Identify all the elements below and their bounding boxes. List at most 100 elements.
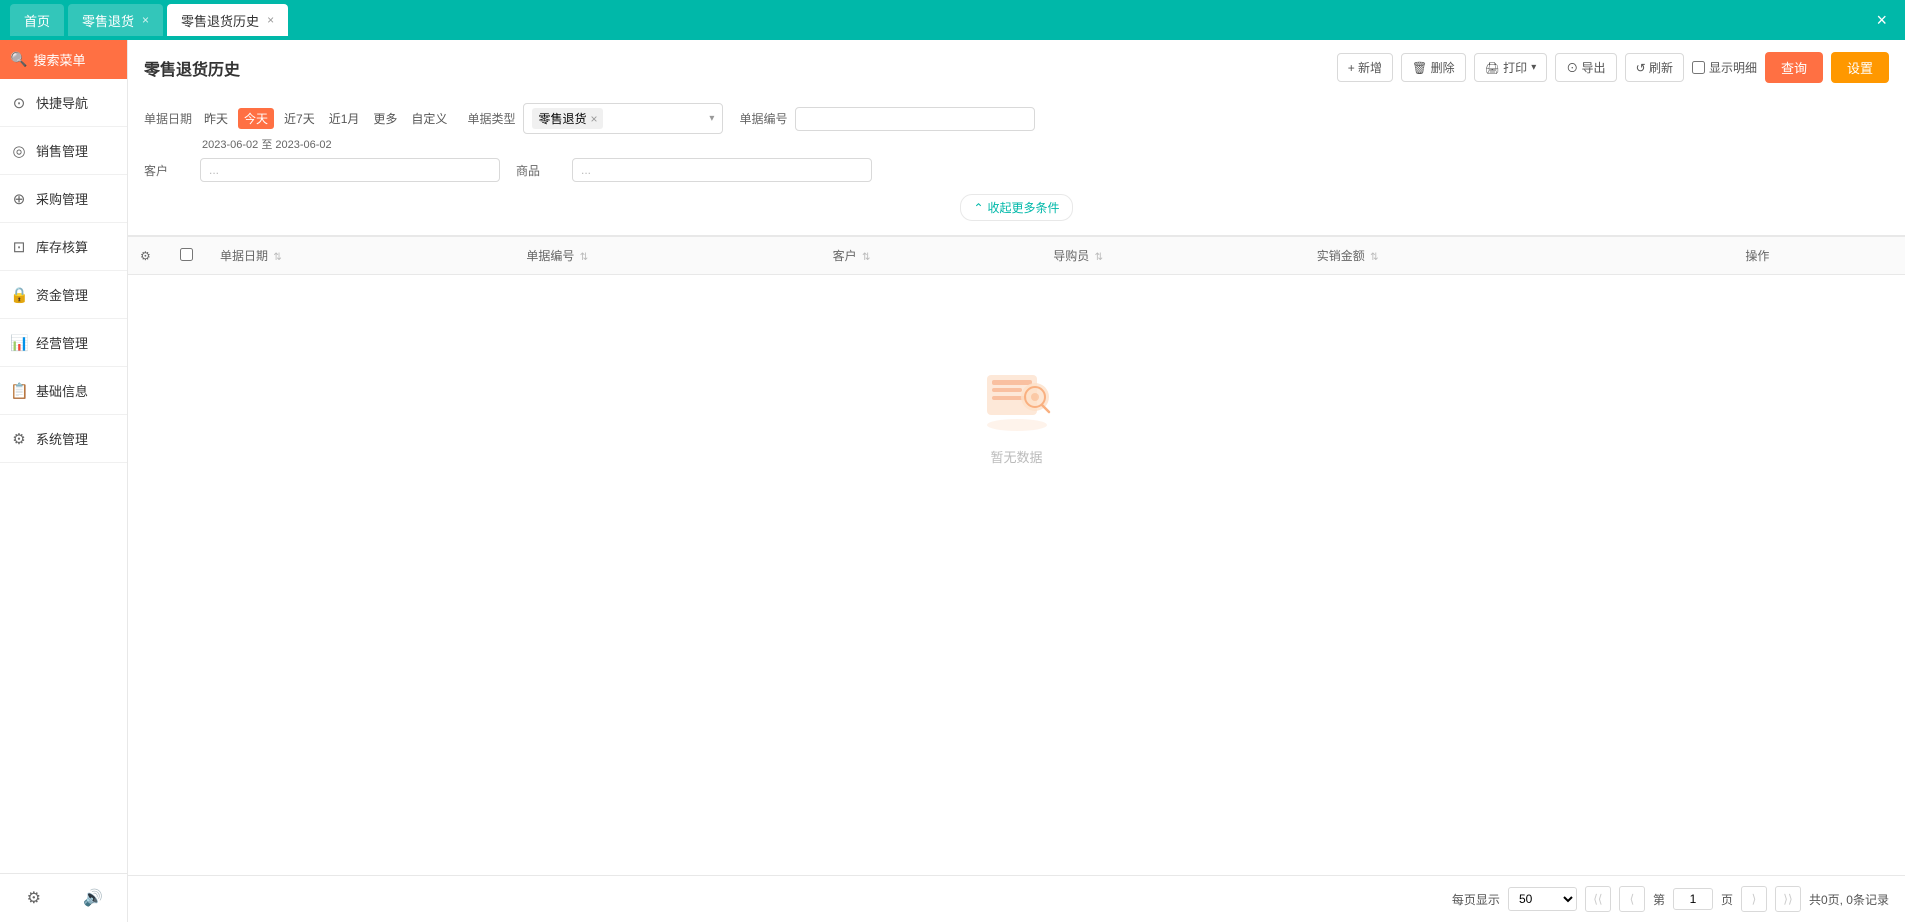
operations-icon: 📊: [10, 334, 28, 352]
select-all-checkbox[interactable]: [180, 248, 193, 261]
tab-retail-return[interactable]: 零售退货 ×: [68, 4, 163, 36]
doc-no-input[interactable]: [795, 107, 1035, 131]
goods-select[interactable]: ...: [572, 158, 872, 182]
sidebar-search[interactable]: 🔍 搜索菜单: [0, 40, 127, 79]
next-page-button[interactable]: ⟩: [1741, 886, 1767, 912]
date-filter: 单据日期 昨天 今天 近7天 近1月 更多 自定义: [144, 108, 451, 129]
sidebar-item-purchase-mgmt[interactable]: ⊕ 采购管理: [0, 175, 127, 223]
print-dropdown-icon: ▾: [1531, 62, 1536, 73]
print-button[interactable]: 🖨 打印 ▾: [1474, 53, 1548, 82]
sort-guide-icon: ⇅: [1095, 252, 1103, 263]
close-tab-retail-return-history[interactable]: ×: [267, 13, 274, 27]
page-size-label: 每页显示: [1452, 891, 1500, 908]
sales-icon: ◎: [10, 142, 28, 160]
th-checkbox[interactable]: [168, 237, 208, 275]
top-bar: 首页 零售退货 × 零售退货历史 × ×: [0, 0, 1905, 40]
shortcut-custom[interactable]: 自定义: [407, 108, 451, 129]
last-page-button[interactable]: ⟩⟩: [1775, 886, 1801, 912]
sidebar-item-sales-mgmt[interactable]: ◎ 销售管理: [0, 127, 127, 175]
settings-gear-icon: ⚙: [27, 888, 41, 908]
empty-text: 暂无数据: [990, 447, 1042, 466]
empty-illustration: [967, 355, 1067, 435]
shortcut-more[interactable]: 更多: [369, 108, 401, 129]
customer-select[interactable]: ...: [200, 158, 500, 182]
show-detail-checkbox[interactable]: [1692, 61, 1705, 74]
goods-placeholder: ...: [581, 163, 591, 177]
th-guide[interactable]: 导购员 ⇅: [1041, 237, 1304, 275]
shortcut-last-month[interactable]: 近1月: [325, 108, 364, 129]
th-doc-date[interactable]: 单据日期 ⇅: [208, 237, 514, 275]
th-doc-no[interactable]: 单据编号 ⇅: [514, 237, 820, 275]
refresh-button[interactable]: ↺ 刷新: [1625, 53, 1684, 82]
customer-placeholder: ...: [209, 163, 219, 177]
setting-button[interactable]: 设置: [1831, 52, 1889, 83]
page-section-label: 第: [1653, 891, 1665, 908]
first-page-button[interactable]: ⟨⟨: [1585, 886, 1611, 912]
inventory-icon: ⊡: [10, 238, 28, 256]
export-button[interactable]: ⊙ 导出: [1555, 53, 1616, 82]
doc-type-dropdown-icon: ▾: [709, 113, 714, 124]
doc-no-filter: 单据编号: [739, 107, 1035, 131]
prev-page-button[interactable]: ⟨: [1619, 886, 1645, 912]
music-icon: 🔊: [83, 888, 103, 908]
sort-amount-icon: ⇅: [1370, 252, 1378, 263]
sidebar-item-inventory[interactable]: ⊡ 库存核算: [0, 223, 127, 271]
date-range-display: 2023-06-02 至 2023-06-02: [144, 136, 1889, 152]
page-size-select[interactable]: 10 20 50 100: [1508, 887, 1577, 911]
doc-type-label: 单据类型: [467, 110, 517, 127]
sort-doc-date-icon: ⇅: [273, 252, 281, 263]
delete-button[interactable]: 🗑 删除: [1401, 53, 1466, 82]
table-body: 暂无数据: [128, 275, 1905, 547]
show-detail-checkbox-label[interactable]: 显示明细: [1692, 59, 1757, 76]
filter-row-1: 单据日期 昨天 今天 近7天 近1月 更多 自定义 单据类型: [144, 95, 1889, 142]
date-filter-label: 单据日期: [144, 110, 194, 127]
content-area: 零售退货历史 + 新增 🗑 删除 🖨 打印 ▾ ⊙ 导出: [128, 40, 1905, 922]
goods-label: 商品: [516, 162, 566, 179]
sidebar-item-operations[interactable]: 📊 经营管理: [0, 319, 127, 367]
pagination-bar: 每页显示 10 20 50 100 ⟨⟨ ⟨ 第 页 ⟩ ⟩⟩ 共0页, 0条记…: [128, 875, 1905, 922]
column-settings-icon[interactable]: ⚙: [140, 249, 151, 263]
close-tab-retail-return[interactable]: ×: [142, 13, 149, 27]
collapse-button[interactable]: ⌃ 收起更多条件: [960, 194, 1072, 221]
doc-type-select[interactable]: 零售退货 × ▾: [523, 103, 723, 134]
sidebar-music-btn[interactable]: 🔊: [68, 882, 120, 914]
doc-type-tag-close[interactable]: ×: [590, 112, 597, 126]
sidebar-item-quick-nav[interactable]: ⊙ 快捷导航: [0, 79, 127, 127]
th-amount[interactable]: 实销金额 ⇅: [1305, 237, 1734, 275]
page-number-input[interactable]: [1673, 888, 1713, 910]
th-settings[interactable]: ⚙: [128, 237, 168, 275]
shortcut-today[interactable]: 今天: [238, 108, 274, 129]
tab-home[interactable]: 首页: [10, 4, 64, 36]
filter-area: 单据日期 昨天 今天 近7天 近1月 更多 自定义 单据类型: [144, 95, 1889, 235]
sort-doc-no-icon: ⇅: [580, 252, 588, 263]
tab-retail-return-history[interactable]: 零售退货历史 ×: [167, 4, 288, 36]
goods-filter: 商品 ...: [516, 158, 872, 182]
system-mgmt-icon: ⚙: [10, 430, 28, 448]
page-title: 零售退货历史: [144, 56, 1337, 80]
shortcut-yesterday[interactable]: 昨天: [200, 108, 232, 129]
finance-icon: 🔒: [10, 286, 28, 304]
sidebar-item-system-mgmt[interactable]: ⚙ 系统管理: [0, 415, 127, 463]
query-button[interactable]: 查询: [1765, 52, 1823, 83]
table-area: ⚙ 单据日期 ⇅ 单据编号 ⇅: [128, 236, 1905, 875]
filter-row-2: 客户 ... 商品 ...: [144, 158, 1889, 190]
page-header: 零售退货历史 + 新增 🗑 删除 🖨 打印 ▾ ⊙ 导出: [128, 40, 1905, 236]
date-shortcuts: 昨天 今天 近7天 近1月 更多 自定义: [200, 108, 451, 129]
header-actions: + 新增 🗑 删除 🖨 打印 ▾ ⊙ 导出 ↺ 刷新: [1337, 52, 1889, 83]
empty-state: 暂无数据: [128, 275, 1905, 546]
doc-type-tag: 零售退货 ×: [532, 108, 603, 129]
sidebar-settings-btn[interactable]: ⚙: [8, 882, 60, 914]
sidebar-item-basic-info[interactable]: 📋 基础信息: [0, 367, 127, 415]
new-button[interactable]: + 新增: [1337, 53, 1393, 82]
sidebar-item-finance[interactable]: 🔒 资金管理: [0, 271, 127, 319]
basic-info-icon: 📋: [10, 382, 28, 400]
shortcut-last7[interactable]: 近7天: [280, 108, 319, 129]
th-ops: 操作: [1733, 237, 1905, 275]
customer-label: 客户: [144, 162, 194, 179]
main-layout: 🔍 搜索菜单 ⊙ 快捷导航 ◎ 销售管理 ⊕ 采购管理 ⊡ 库存核算 🔒 资金管…: [0, 40, 1905, 922]
sidebar: 🔍 搜索菜单 ⊙ 快捷导航 ◎ 销售管理 ⊕ 采购管理 ⊡ 库存核算 🔒 资金管…: [0, 40, 128, 922]
page-header-top: 零售退货历史 + 新增 🗑 删除 🖨 打印 ▾ ⊙ 导出: [144, 52, 1889, 83]
purchase-icon: ⊕: [10, 190, 28, 208]
window-close-button[interactable]: ×: [1868, 10, 1895, 31]
th-customer[interactable]: 客户 ⇅: [821, 237, 1042, 275]
